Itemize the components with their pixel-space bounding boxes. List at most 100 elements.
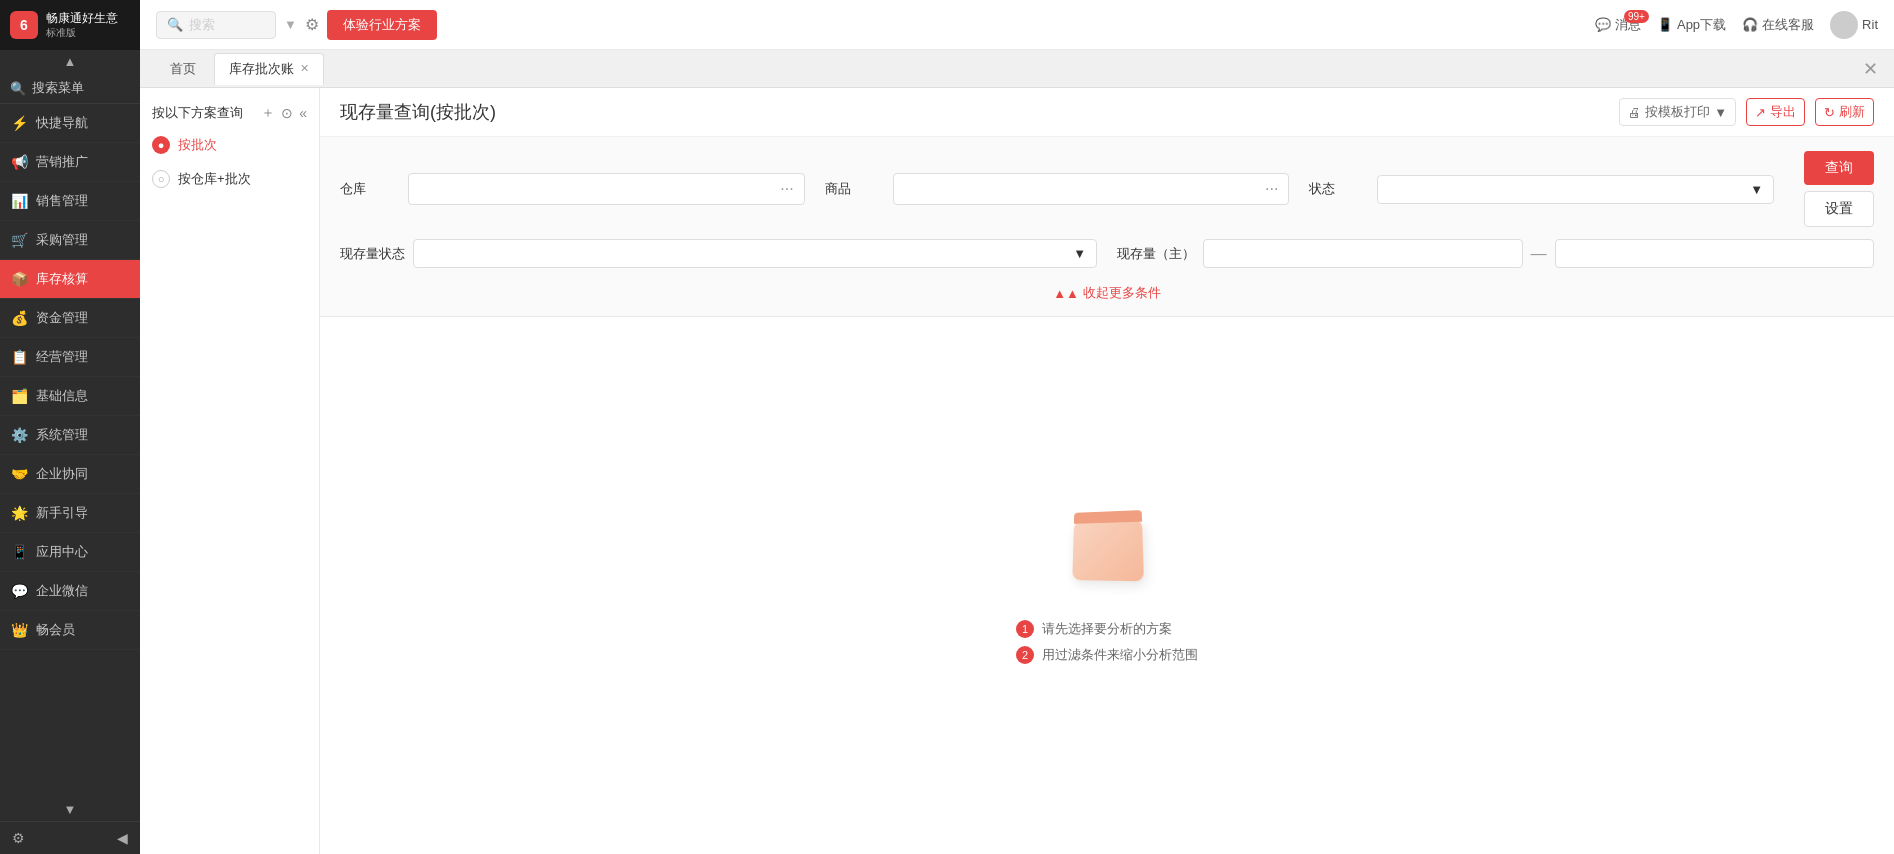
operation-icon: 📋 <box>10 348 28 366</box>
refresh-icon: ↻ <box>1824 105 1835 120</box>
appcenter-icon: 📱 <box>10 543 28 561</box>
wechat-icon: 💬 <box>10 582 28 600</box>
stock-status-dropdown-icon: ▼ <box>1073 246 1086 261</box>
enterprise-icon: 🤝 <box>10 465 28 483</box>
tab-inventory-batch[interactable]: 库存批次账 ✕ <box>214 53 324 85</box>
empty-step-1: 1 请先选择要分析的方案 <box>1016 620 1198 638</box>
filter-results-panel: 现存量查询(按批次) 🖨 按模板打印 ▼ ↗ 导出 ↻ 刷新 <box>320 88 1894 854</box>
product-input[interactable]: ··· <box>893 173 1290 205</box>
stock-quantity-filter: 现存量（主） — <box>1117 239 1874 268</box>
tab-close-inventory-batch[interactable]: ✕ <box>300 62 309 75</box>
sidebar-scroll-down[interactable]: ▼ <box>0 798 140 821</box>
topbar-search-icon: 🔍 <box>167 17 183 32</box>
export-icon: ↗ <box>1755 105 1766 120</box>
sidebar-item-inventory[interactable]: 📦 库存核算 <box>0 260 140 299</box>
marketing-icon: 📢 <box>10 153 28 171</box>
app-download-icon: 📱 <box>1657 17 1673 32</box>
system-icon: ⚙️ <box>10 426 28 444</box>
panel-close-button[interactable]: ✕ <box>1863 58 1878 80</box>
sales-icon: 📊 <box>10 192 28 210</box>
scheme-circle-inactive: ○ <box>152 170 170 188</box>
trial-button[interactable]: 体验行业方案 <box>327 10 437 40</box>
newguide-icon: 🌟 <box>10 504 28 522</box>
sidebar-search[interactable]: 🔍 搜索菜单 <box>0 73 140 104</box>
sidebar-item-quick-nav[interactable]: ⚡ 快捷导航 <box>0 104 140 143</box>
search-icon: 🔍 <box>10 81 26 96</box>
avatar <box>1830 11 1858 39</box>
empty-state: 1 请先选择要分析的方案 2 用过滤条件来缩小分析范围 <box>320 317 1894 854</box>
sidebar-item-basic[interactable]: 🗂️ 基础信息 <box>0 377 140 416</box>
content-area: 按以下方案查询 ＋ ⊙ « ● 按批次 ○ 按仓库+批次 现存量查询(按批次) <box>140 88 1894 854</box>
sidebar-item-appcenter[interactable]: 📱 应用中心 <box>0 533 140 572</box>
settings-scheme-icon[interactable]: ⊙ <box>281 105 293 121</box>
tab-home[interactable]: 首页 <box>156 54 210 84</box>
page-title: 现存量查询(按批次) <box>340 100 496 124</box>
sidebar-scroll-up[interactable]: ▲ <box>0 50 140 73</box>
sidebar-item-wechat[interactable]: 💬 企业微信 <box>0 572 140 611</box>
sidebar-item-marketing[interactable]: 📢 营销推广 <box>0 143 140 182</box>
status-dropdown-icon: ▼ <box>1750 182 1763 197</box>
empty-box-icon <box>1072 519 1144 581</box>
topbar-search-box[interactable]: 🔍 搜索 <box>156 11 276 39</box>
sidebar-item-member[interactable]: 👑 畅会员 <box>0 611 140 650</box>
print-dropdown-icon: ▼ <box>1714 105 1727 120</box>
quick-nav-icon: ⚡ <box>10 114 28 132</box>
stock-qty-min-input[interactable] <box>1203 239 1523 268</box>
user-avatar[interactable]: Rit <box>1830 11 1878 39</box>
settings-filter-button[interactable]: 设置 <box>1804 191 1874 227</box>
refresh-btn[interactable]: ↻ 刷新 <box>1815 98 1874 126</box>
print-btn[interactable]: 🖨 按模板打印 ▼ <box>1619 98 1736 126</box>
status-filter: 状态 ▼ <box>1309 175 1774 204</box>
warehouse-input[interactable]: ··· <box>408 173 805 205</box>
sidebar-header-text: 畅康通好生意 标准版 <box>46 11 118 40</box>
filter-area: 仓库 ··· 商品 ··· 状态 <box>320 137 1894 317</box>
sidebar-item-operation[interactable]: 📋 经营管理 <box>0 338 140 377</box>
filter-row-2: 现存量状态 ▼ 现存量（主） — <box>340 239 1874 268</box>
product-filter: 商品 ··· <box>825 173 1290 205</box>
export-btn[interactable]: ↗ 导出 <box>1746 98 1805 126</box>
collapse-sidebar-icon[interactable]: ◀ <box>117 830 128 846</box>
collapse-up-icon: ▲▲ <box>1053 286 1079 301</box>
status-select[interactable]: ▼ <box>1377 175 1774 204</box>
collapse-filters-row[interactable]: ▲▲ 收起更多条件 <box>340 280 1874 302</box>
message-icon: 💬 <box>1595 17 1611 32</box>
add-scheme-icon[interactable]: ＋ <box>261 104 275 122</box>
member-icon: 👑 <box>10 621 28 639</box>
online-service-btn[interactable]: 🎧 在线客服 <box>1742 16 1814 34</box>
page-header: 现存量查询(按批次) 🖨 按模板打印 ▼ ↗ 导出 ↻ 刷新 <box>320 88 1894 137</box>
sidebar-item-newguide[interactable]: 🌟 新手引导 <box>0 494 140 533</box>
sidebar-item-enterprise[interactable]: 🤝 企业协同 <box>0 455 140 494</box>
inventory-icon: 📦 <box>10 270 28 288</box>
empty-step-2: 2 用过滤条件来缩小分析范围 <box>1016 646 1198 664</box>
query-button[interactable]: 查询 <box>1804 151 1874 185</box>
topbar-right: 💬 消息 99+ 📱 App下载 🎧 在线客服 Rit <box>1595 11 1878 39</box>
sidebar: 6 畅康通好生意 标准版 ▲ 🔍 搜索菜单 ⚡ 快捷导航 📢 营销推广 📊 销售… <box>0 0 140 854</box>
warehouse-filter: 仓库 ··· <box>340 173 805 205</box>
sidebar-header: 6 畅康通好生意 标准版 <box>0 0 140 50</box>
empty-steps: 1 请先选择要分析的方案 2 用过滤条件来缩小分析范围 <box>1016 620 1198 672</box>
scheme-panel-icons: ＋ ⊙ « <box>261 104 307 122</box>
sidebar-item-system[interactable]: ⚙️ 系统管理 <box>0 416 140 455</box>
stock-qty-max-input[interactable] <box>1555 239 1875 268</box>
app-download-btn[interactable]: 📱 App下载 <box>1657 16 1726 34</box>
sidebar-item-sales[interactable]: 📊 销售管理 <box>0 182 140 221</box>
finance-icon: 💰 <box>10 309 28 327</box>
stock-status-filter: 现存量状态 ▼ <box>340 239 1097 268</box>
sidebar-logo: 6 <box>10 11 38 39</box>
topbar: 🔍 搜索 ▼ ⚙ 体验行业方案 💬 消息 99+ 📱 App下载 🎧 在线客服 <box>140 0 1894 50</box>
stock-status-select[interactable]: ▼ <box>413 239 1097 268</box>
main-area: 🔍 搜索 ▼ ⚙ 体验行业方案 💬 消息 99+ 📱 App下载 🎧 在线客服 <box>140 0 1894 854</box>
collapse-scheme-icon[interactable]: « <box>299 105 307 121</box>
message-btn[interactable]: 💬 消息 99+ <box>1595 16 1641 34</box>
settings-bottom-icon[interactable]: ⚙ <box>12 830 25 846</box>
scheme-item-by-warehouse-batch[interactable]: ○ 按仓库+批次 <box>140 162 319 196</box>
sidebar-item-finance[interactable]: 💰 资金管理 <box>0 299 140 338</box>
sidebar-item-purchase[interactable]: 🛒 采购管理 <box>0 221 140 260</box>
scheme-circle-active: ● <box>152 136 170 154</box>
basic-icon: 🗂️ <box>10 387 28 405</box>
topbar-gear-icon[interactable]: ⚙ <box>305 15 319 34</box>
sidebar-nav: 🔍 搜索菜单 ⚡ 快捷导航 📢 营销推广 📊 销售管理 🛒 采购管理 📦 库存核… <box>0 73 140 798</box>
scheme-panel-header: 按以下方案查询 ＋ ⊙ « <box>140 98 319 128</box>
topbar-dropdown-arrow[interactable]: ▼ <box>284 17 297 32</box>
scheme-item-by-batch[interactable]: ● 按批次 <box>140 128 319 162</box>
